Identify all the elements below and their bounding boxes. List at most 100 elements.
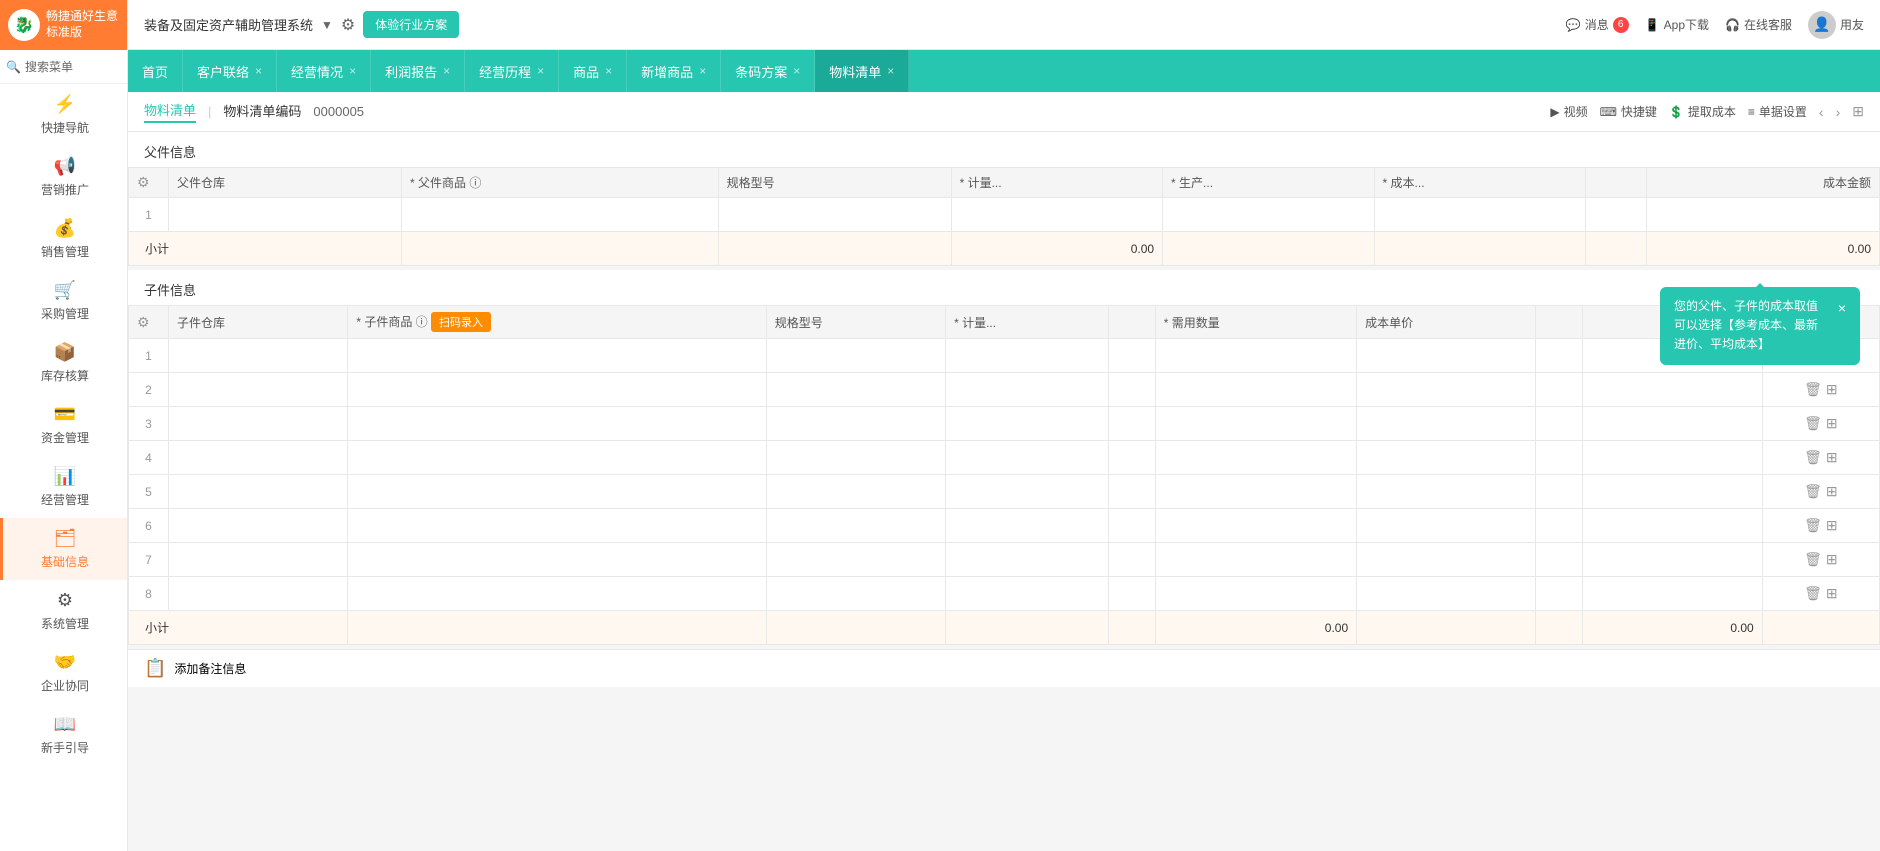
child-cell-product[interactable] bbox=[348, 373, 766, 407]
copy-row-button[interactable]: ⊞ bbox=[1826, 415, 1838, 432]
child-cell-product[interactable] bbox=[348, 475, 766, 509]
child-cell-product[interactable] bbox=[348, 543, 766, 577]
note-label[interactable]: 添加备注信息 bbox=[174, 660, 246, 677]
nav-tab-close-new-goods[interactable]: × bbox=[699, 64, 706, 78]
nav-tab-profit[interactable]: 利润报告× bbox=[371, 50, 465, 92]
delete-row-button[interactable]: 🗑 bbox=[1804, 449, 1822, 466]
message-button[interactable]: 💬 消息 6 bbox=[1566, 16, 1629, 33]
sidebar-item-sales[interactable]: 💰销售管理 bbox=[0, 208, 127, 270]
child-cell-product[interactable] bbox=[348, 509, 766, 543]
nav-tab-close-barcode[interactable]: × bbox=[793, 64, 800, 78]
sub-tab-bom-code[interactable]: 物料清单编码 bbox=[223, 101, 301, 122]
cost-action[interactable]: 💲 提取成本 bbox=[1669, 103, 1736, 120]
sidebar-item-system[interactable]: ⚙系统管理 bbox=[0, 580, 127, 642]
child-cell-quantity[interactable] bbox=[1155, 475, 1356, 509]
app-download-button[interactable]: 📱 App下载 bbox=[1645, 16, 1709, 33]
tooltip-close-button[interactable]: × bbox=[1838, 297, 1846, 319]
parent-cell-cost[interactable] bbox=[1374, 198, 1585, 232]
sidebar-item-purchase[interactable]: 🛒采购管理 bbox=[0, 270, 127, 332]
child-cell-unit-cost[interactable] bbox=[1357, 543, 1536, 577]
child-cell-spec[interactable] bbox=[766, 373, 945, 407]
child-cell-unit-cost[interactable] bbox=[1357, 577, 1536, 611]
delete-row-button[interactable]: 🗑 bbox=[1804, 415, 1822, 432]
child-cell-unit[interactable] bbox=[946, 543, 1109, 577]
sidebar-search[interactable]: 🔍 搜索菜单 bbox=[0, 50, 127, 84]
child-cell-spec[interactable] bbox=[766, 577, 945, 611]
parent-cell-warehouse[interactable] bbox=[169, 198, 402, 232]
online-service-button[interactable]: 🎧 在线客服 bbox=[1725, 16, 1792, 33]
nav-next-button[interactable]: › bbox=[1836, 104, 1841, 120]
copy-row-button[interactable]: ⊞ bbox=[1826, 585, 1838, 602]
child-cell-unit-cost[interactable] bbox=[1357, 373, 1536, 407]
child-cell-quantity[interactable] bbox=[1155, 441, 1356, 475]
sidebar-item-quick-nav[interactable]: ⚡快捷导航 bbox=[0, 84, 127, 146]
child-cell-warehouse[interactable] bbox=[169, 339, 348, 373]
settings-icon[interactable]: ⚙ bbox=[341, 15, 355, 35]
child-cell-unit-cost[interactable] bbox=[1357, 509, 1536, 543]
child-cell-quantity[interactable] bbox=[1155, 509, 1356, 543]
parent-cell-unit[interactable] bbox=[951, 198, 1162, 232]
expand-button[interactable]: ⊞ bbox=[1852, 103, 1864, 120]
copy-row-button[interactable]: ⊞ bbox=[1826, 381, 1838, 398]
sidebar-item-guide[interactable]: 📖新手引导 bbox=[0, 704, 127, 766]
nav-tab-barcode[interactable]: 条码方案× bbox=[721, 50, 815, 92]
child-cell-unit[interactable] bbox=[946, 475, 1109, 509]
delete-row-button[interactable]: 🗑 bbox=[1804, 517, 1822, 534]
nav-tab-close-customer[interactable]: × bbox=[255, 64, 262, 78]
nav-tab-new-goods[interactable]: 新增商品× bbox=[627, 50, 721, 92]
nav-tab-close-operations[interactable]: × bbox=[349, 64, 356, 78]
child-cell-unit-cost[interactable] bbox=[1357, 441, 1536, 475]
child-cell-quantity[interactable] bbox=[1155, 407, 1356, 441]
delete-row-button[interactable]: 🗑 bbox=[1804, 381, 1822, 398]
copy-row-button[interactable]: ⊞ bbox=[1826, 449, 1838, 466]
child-cell-warehouse[interactable] bbox=[169, 407, 348, 441]
doc-settings-action[interactable]: ≡ 单据设置 bbox=[1748, 103, 1807, 120]
child-cell-warehouse[interactable] bbox=[169, 441, 348, 475]
nav-tab-close-history[interactable]: × bbox=[537, 64, 544, 78]
nav-tab-home[interactable]: 首页 bbox=[128, 50, 183, 92]
child-cell-warehouse[interactable] bbox=[169, 373, 348, 407]
child-cell-unit[interactable] bbox=[946, 509, 1109, 543]
child-cell-unit[interactable] bbox=[946, 441, 1109, 475]
parent-cell-produce[interactable] bbox=[1163, 198, 1374, 232]
sidebar-item-inventory[interactable]: 📦库存核算 bbox=[0, 332, 127, 394]
child-cell-product[interactable] bbox=[348, 577, 766, 611]
copy-row-button[interactable]: ⊞ bbox=[1826, 517, 1838, 534]
child-cell-unit[interactable] bbox=[946, 339, 1109, 373]
nav-tab-bom[interactable]: 物料清单× bbox=[815, 50, 909, 92]
child-cell-quantity[interactable] bbox=[1155, 373, 1356, 407]
child-cell-spec[interactable] bbox=[766, 339, 945, 373]
user-profile[interactable]: 👤 用友 bbox=[1808, 11, 1864, 39]
nav-prev-button[interactable]: ‹ bbox=[1819, 104, 1824, 120]
child-cell-product[interactable] bbox=[348, 441, 766, 475]
copy-row-button[interactable]: ⊞ bbox=[1826, 551, 1838, 568]
child-cell-spec[interactable] bbox=[766, 475, 945, 509]
child-cell-unit-cost[interactable] bbox=[1357, 339, 1536, 373]
sidebar-item-operations[interactable]: 📊经营管理 bbox=[0, 456, 127, 518]
shortcut-action[interactable]: ⌨ 快捷键 bbox=[1600, 103, 1657, 120]
parent-cell-spec[interactable] bbox=[718, 198, 951, 232]
sidebar-item-basic-info[interactable]: 🗂基础信息 bbox=[0, 518, 127, 580]
copy-row-button[interactable]: ⊞ bbox=[1826, 483, 1838, 500]
scan-button[interactable]: 扫码录入 bbox=[431, 312, 491, 332]
sidebar-item-finance[interactable]: 💳资金管理 bbox=[0, 394, 127, 456]
child-cell-unit[interactable] bbox=[946, 407, 1109, 441]
child-cell-spec[interactable] bbox=[766, 509, 945, 543]
nav-tab-history[interactable]: 经营历程× bbox=[465, 50, 559, 92]
child-cell-warehouse[interactable] bbox=[169, 543, 348, 577]
child-cell-unit-cost[interactable] bbox=[1357, 475, 1536, 509]
delete-row-button[interactable]: 🗑 bbox=[1804, 483, 1822, 500]
child-cell-unit[interactable] bbox=[946, 577, 1109, 611]
child-cell-spec[interactable] bbox=[766, 407, 945, 441]
nav-tab-goods[interactable]: 商品× bbox=[559, 50, 627, 92]
trial-button[interactable]: 体验行业方案 bbox=[363, 11, 459, 38]
child-cell-spec[interactable] bbox=[766, 543, 945, 577]
child-cell-product[interactable] bbox=[348, 339, 766, 373]
child-cell-quantity[interactable] bbox=[1155, 577, 1356, 611]
delete-row-button[interactable]: 🗑 bbox=[1804, 585, 1822, 602]
child-cell-product[interactable] bbox=[348, 407, 766, 441]
nav-tab-operations[interactable]: 经营情况× bbox=[277, 50, 371, 92]
child-cell-spec[interactable] bbox=[766, 441, 945, 475]
child-col-settings-icon[interactable]: ⚙ bbox=[137, 314, 150, 330]
col-settings-icon[interactable]: ⚙ bbox=[137, 174, 150, 190]
